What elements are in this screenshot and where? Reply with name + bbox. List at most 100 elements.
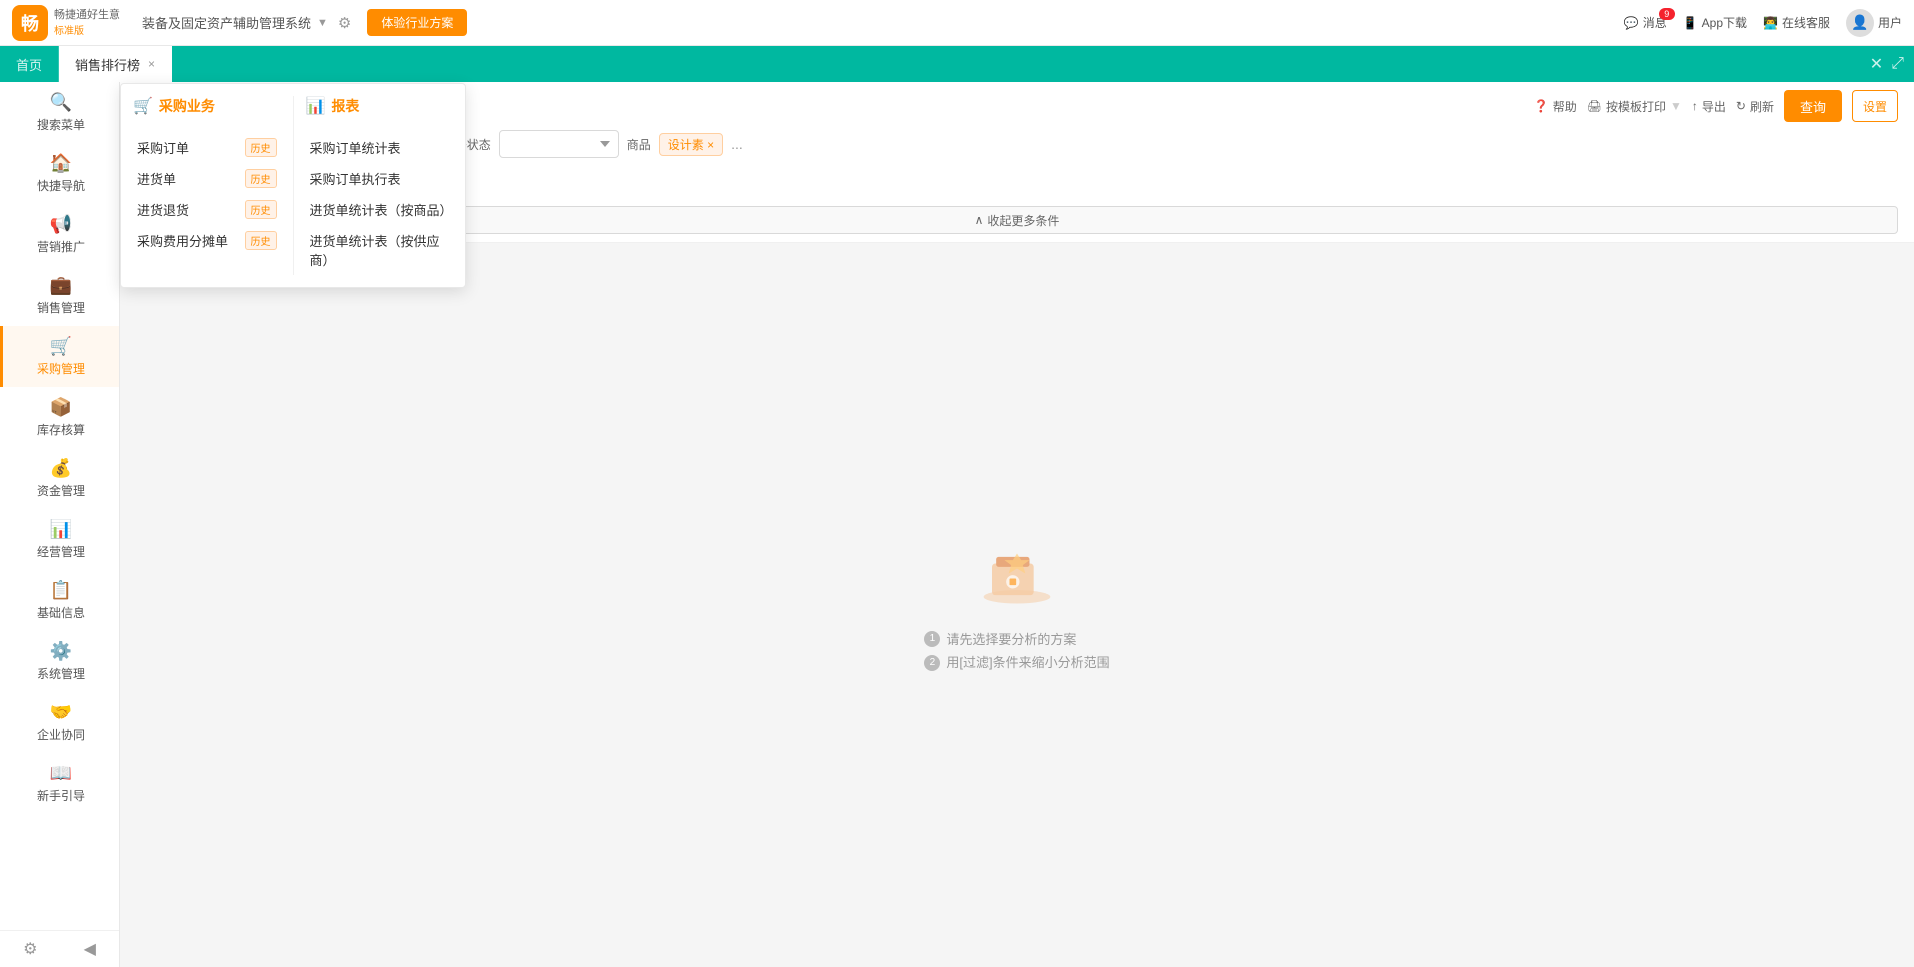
sidebar-item-guide-label: 新手引导 xyxy=(37,787,85,804)
product-ellipsis[interactable]: ... xyxy=(731,136,743,152)
dropdown-item-order-exec-label: 采购订单执行表 xyxy=(310,169,401,188)
app-download-btn[interactable]: 📱 App下载 xyxy=(1683,14,1747,31)
tab-expand-icon[interactable]: ⤢ xyxy=(1891,55,1904,73)
empty-hints: 1 请先选择要分析的方案 2 用[过滤]条件来缩小分析范围 xyxy=(924,628,1109,675)
sidebar-item-system[interactable]: ⚙️ 系统管理 xyxy=(0,631,119,692)
refresh-btn[interactable]: ↻ 刷新 xyxy=(1736,98,1774,115)
dropdown-item-incoming-product-label: 进货单统计表（按商品） xyxy=(310,200,450,219)
sidebar-item-search[interactable]: 🔍 搜索菜单 xyxy=(0,82,119,143)
tab-close-icon[interactable]: × xyxy=(148,57,155,71)
collapse-label: 收起更多条件 xyxy=(987,212,1059,229)
tab-home[interactable]: 首页 xyxy=(0,46,59,82)
bill-status-select[interactable] xyxy=(499,130,619,158)
purchase-col-title: 🛒 采购业务 xyxy=(133,96,281,122)
product-tag-text: 设计素 × xyxy=(668,136,714,153)
sidebar-item-guide[interactable]: 📖 新手引导 xyxy=(0,753,119,814)
system-title-area: 装备及固定资产辅助管理系统 ▼ ⚙ 体验行业方案 xyxy=(132,9,1624,36)
purchase-col: 🛒 采购业务 采购订单 历史 进货单 历史 进货退货 历史 采购费用分摊单 历史 xyxy=(121,96,293,275)
sidebar-item-purchase-label: 采购管理 xyxy=(37,360,85,377)
dropdown-item-order-stat-label: 采购订单统计表 xyxy=(310,138,401,157)
user-label: 用户 xyxy=(1878,14,1902,31)
industry-btn[interactable]: 体验行业方案 xyxy=(367,9,467,36)
hint-text-2: 用[过滤]条件来缩小分析范围 xyxy=(946,651,1109,674)
dropdown-item-purchase-order-history[interactable]: 历史 xyxy=(245,138,277,157)
export-btn[interactable]: ↑ 导出 xyxy=(1692,98,1726,115)
report-col-title-text: 报表 xyxy=(331,96,359,116)
dropdown-item-return[interactable]: 进货退货 历史 xyxy=(133,194,281,225)
sidebar-item-system-label: 系统管理 xyxy=(37,665,85,682)
sidebar-item-enterprise-label: 企业协同 xyxy=(37,726,85,743)
phone-icon: 📱 xyxy=(1683,16,1698,30)
print-btn[interactable]: 🖨 按模板打印 ▼ xyxy=(1587,98,1682,115)
sidebar-item-quick-nav[interactable]: 🏠 快捷导航 xyxy=(0,143,119,204)
dropdown-item-incoming-supplier-label: 进货单统计表（按供应商） xyxy=(310,231,450,269)
report-col-icon: 📊 xyxy=(306,96,326,116)
online-service-btn[interactable]: 👨‍💻 在线客服 xyxy=(1763,14,1830,31)
sidebar-item-enterprise[interactable]: 🤝 企业协同 xyxy=(0,692,119,753)
tab-close-all-icon[interactable]: ✕ xyxy=(1870,54,1883,74)
hint-text-1: 请先选择要分析的方案 xyxy=(946,628,1076,651)
dropdown-item-return-history[interactable]: 历史 xyxy=(245,200,277,219)
service-icon: 👨‍💻 xyxy=(1763,16,1778,30)
purchase-col-icon: 🛒 xyxy=(133,96,153,116)
message-btn[interactable]: 💬 消息 9 xyxy=(1624,14,1667,31)
sidebar-item-sales[interactable]: 💼 销售管理 xyxy=(0,265,119,326)
sidebar-item-marketing[interactable]: 📢 营销推广 xyxy=(0,204,119,265)
report-col: 📊 报表 采购订单统计表 采购订单执行表 进货单统计表（按商品） 进货单统计表（… xyxy=(293,96,466,275)
dropdown-item-order-stat[interactable]: 采购订单统计表 xyxy=(306,132,454,163)
tab-home-label: 首页 xyxy=(16,55,42,74)
sidebar-item-operation[interactable]: 📊 经营管理 xyxy=(0,509,119,570)
basic-icon: 📋 xyxy=(50,580,72,601)
sales-icon: 💼 xyxy=(50,275,72,296)
sidebar-item-inventory-label: 库存核算 xyxy=(37,421,85,438)
purchase-col-title-text: 采购业务 xyxy=(159,96,215,116)
sidebar-item-basic-label: 基础信息 xyxy=(37,604,85,621)
empty-hint-2: 2 用[过滤]条件来缩小分析范围 xyxy=(924,651,1109,674)
tab-bar: 首页 销售排行榜 × ✕ ⤢ xyxy=(0,46,1914,82)
sidebar-item-finance-label: 资金管理 xyxy=(37,482,85,499)
print-label: 按模板打印 xyxy=(1606,98,1666,115)
dropdown-item-incoming-history[interactable]: 历史 xyxy=(245,169,277,188)
dropdown-item-purchase-order[interactable]: 采购订单 历史 xyxy=(133,132,281,163)
help-icon: ❓ xyxy=(1534,99,1549,113)
print-icon: 🖨 xyxy=(1587,99,1602,113)
refresh-icon: ↻ xyxy=(1736,99,1746,113)
settings-btn[interactable]: 设置 xyxy=(1852,90,1898,122)
system-icon: ⚙️ xyxy=(50,641,72,662)
collapse-icon: ∧ xyxy=(975,213,984,227)
sidebar-settings-icon[interactable]: ⚙ xyxy=(23,939,37,959)
help-btn[interactable]: ❓ 帮助 xyxy=(1534,98,1577,115)
message-badge: 9 xyxy=(1659,8,1675,20)
sidebar-item-quick-nav-label: 快捷导航 xyxy=(37,177,85,194)
dropdown-item-incoming[interactable]: 进货单 历史 xyxy=(133,163,281,194)
sidebar-item-basic[interactable]: 📋 基础信息 xyxy=(0,570,119,631)
sidebar-item-inventory[interactable]: 📦 库存核算 xyxy=(0,387,119,448)
system-settings-icon[interactable]: ⚙ xyxy=(338,14,351,32)
product-tag: 设计素 × xyxy=(659,133,723,156)
sidebar-bottom: ⚙ ◀ xyxy=(0,930,119,967)
search-btn[interactable]: 查询 xyxy=(1784,90,1842,122)
user-area[interactable]: 👤 用户 xyxy=(1846,9,1902,37)
sidebar-item-purchase[interactable]: 🛒 采购管理 xyxy=(0,326,119,387)
print-arrow[interactable]: ▼ xyxy=(1670,99,1682,113)
sidebar-item-search-label: 搜索菜单 xyxy=(37,116,85,133)
system-title-arrow[interactable]: ▼ xyxy=(317,17,328,29)
dropdown-item-cost-label: 采购费用分摊单 xyxy=(137,231,228,250)
dropdown-item-order-exec[interactable]: 采购订单执行表 xyxy=(306,163,454,194)
online-service-label: 在线客服 xyxy=(1782,14,1830,31)
dropdown-item-incoming-product[interactable]: 进货单统计表（按商品） xyxy=(306,194,454,225)
dropdown-item-incoming-supplier[interactable]: 进货单统计表（按供应商） xyxy=(306,225,454,275)
sidebar-item-finance[interactable]: 💰 资金管理 xyxy=(0,448,119,509)
dropdown-item-cost[interactable]: 采购费用分摊单 历史 xyxy=(133,225,281,256)
export-icon: ↑ xyxy=(1692,99,1698,113)
dropdown-item-purchase-order-label: 采购订单 xyxy=(137,138,189,157)
purchase-icon: 🛒 xyxy=(50,336,72,357)
hint-num-2: 2 xyxy=(924,655,940,671)
sidebar-item-operation-label: 经营管理 xyxy=(37,543,85,560)
sidebar-collapse-icon[interactable]: ◀ xyxy=(84,939,96,959)
tab-sales-rank[interactable]: 销售排行榜 × xyxy=(59,46,172,82)
enterprise-icon: 🤝 xyxy=(50,702,72,723)
home-icon: 🏠 xyxy=(50,153,72,174)
logo-icon: 畅 xyxy=(12,5,48,41)
dropdown-item-cost-history[interactable]: 历史 xyxy=(245,231,277,250)
